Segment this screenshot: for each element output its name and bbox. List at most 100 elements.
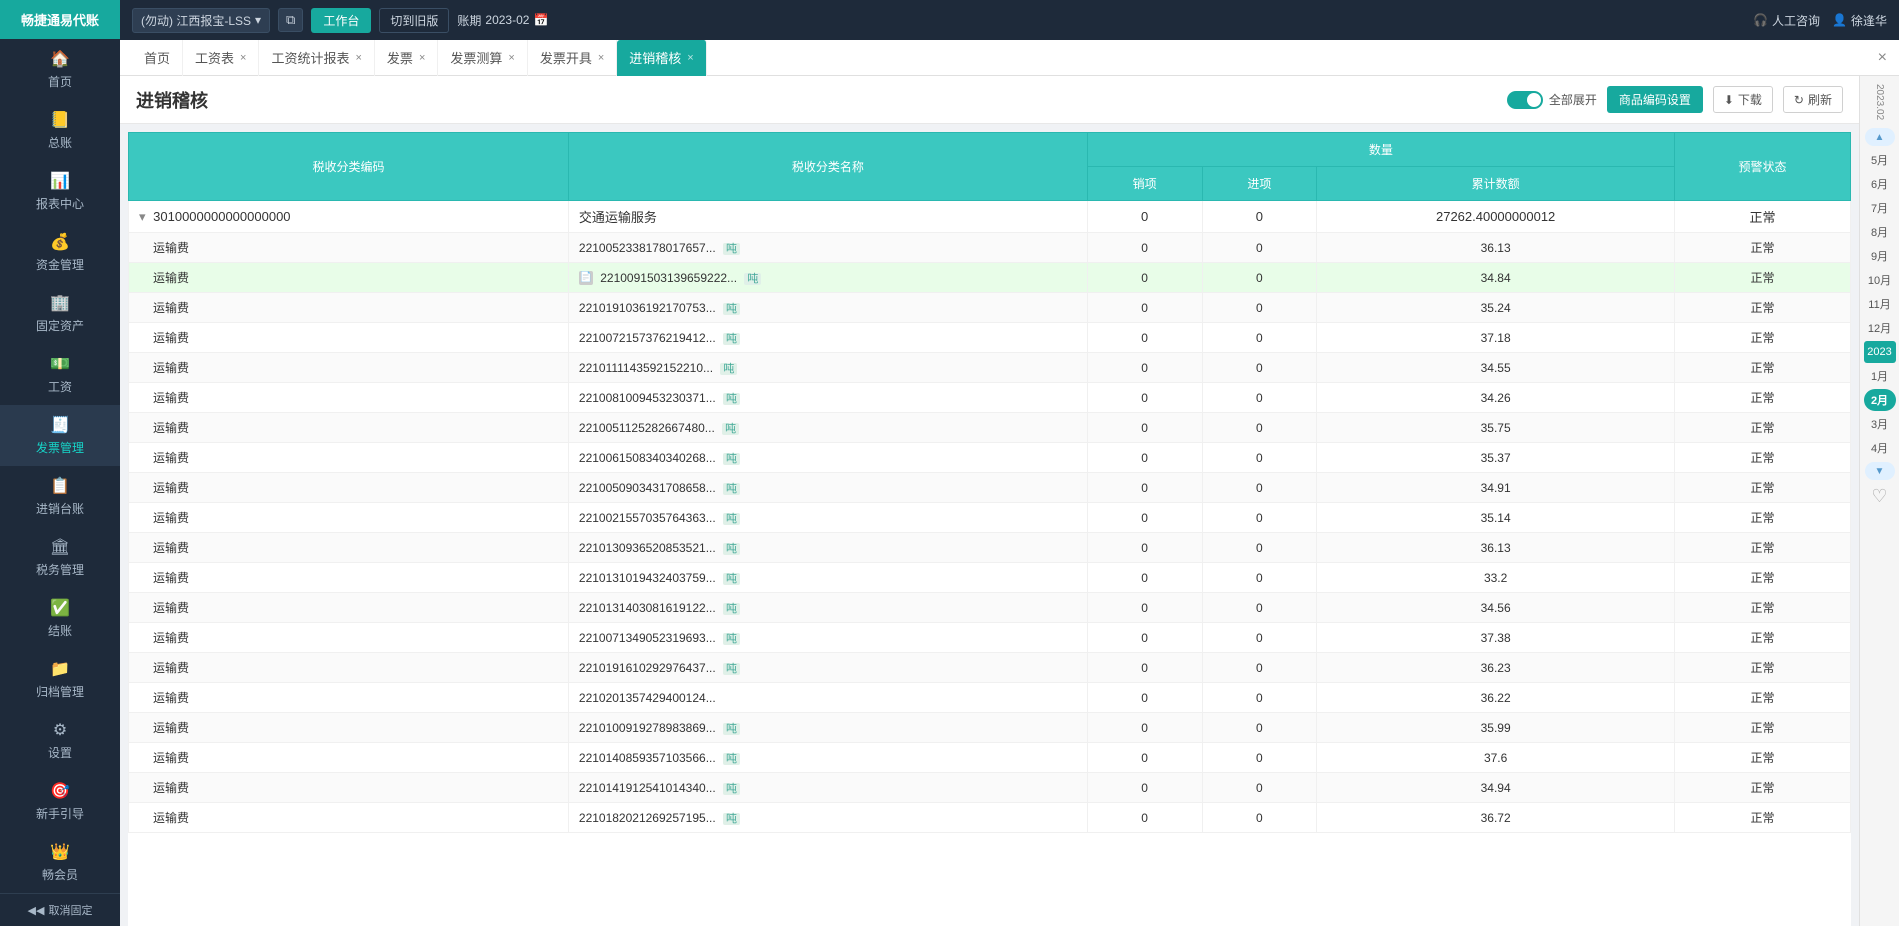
cal-month-10[interactable]: 10月 <box>1864 269 1896 291</box>
table-cell-status: 正常 <box>1674 443 1850 473</box>
th-quantity-group: 数量 <box>1087 133 1674 167</box>
cal-down-button[interactable]: ▼ <box>1865 462 1895 480</box>
close-account-icon: ✅ <box>50 598 70 618</box>
sidebar-item-label: 归档管理 <box>36 683 84 700</box>
cal-month-9[interactable]: 9月 <box>1864 245 1896 267</box>
tab-salary[interactable]: 工资表 × <box>183 40 259 76</box>
table-cell-purchase: 0 <box>1202 533 1317 563</box>
settings-button[interactable]: 商品编码设置 <box>1607 86 1703 113</box>
table-cell-child-name: 运输费 <box>129 713 569 743</box>
tab-close-icon[interactable]: × <box>355 52 361 64</box>
company-selector[interactable]: (勿动) 江西报宝-LSS ▾ <box>132 8 270 33</box>
cal-month-12[interactable]: 12月 <box>1864 317 1896 339</box>
support-item[interactable]: 🎧 人工咨询 <box>1753 12 1820 29</box>
cal-year-prev: 2023.02 <box>1874 80 1885 124</box>
table-cell-sales: 0 <box>1087 653 1202 683</box>
table-cell-sales: 0 <box>1087 323 1202 353</box>
table-cell-sales: 0 <box>1087 263 1202 293</box>
tab-home[interactable]: 首页 <box>132 40 183 76</box>
table-cell-status: 正常 <box>1674 533 1850 563</box>
toggle-track[interactable] <box>1507 91 1543 109</box>
page: 进销稽核 全部展开 商品编码设置 ⬇ 下载 ↻ 刷 <box>120 76 1859 926</box>
tab-salary-report[interactable]: 工资统计报表 × <box>259 40 374 76</box>
cal-month-7[interactable]: 7月 <box>1864 197 1896 219</box>
table-cell-status: 正常 <box>1674 323 1850 353</box>
tab-invoice[interactable]: 发票 × <box>375 40 438 76</box>
sidebar-item-guide[interactable]: 🎯 新手引导 <box>0 771 120 832</box>
cal-month-6[interactable]: 6月 <box>1864 173 1896 195</box>
sidebar-item-invoice[interactable]: 🧾 发票管理 <box>0 405 120 466</box>
main-area: (勿动) 江西报宝-LSS ▾ ⧉ 工作台 切到旧版 账期 2023-02 📅 … <box>120 0 1899 926</box>
invoice-icon: 🧾 <box>50 415 70 435</box>
cal-heart-icon[interactable]: ♡ <box>1871 486 1887 507</box>
cal-up-button[interactable]: ▲ <box>1865 128 1895 146</box>
close-all-tabs-button[interactable]: × <box>1878 49 1887 67</box>
table-cell-child-name: 运输费 <box>129 473 569 503</box>
table-cell-status: 正常 <box>1674 623 1850 653</box>
user-item[interactable]: 👤 徐逢华 <box>1832 12 1887 29</box>
download-icon: ⬇ <box>1724 93 1734 107</box>
collapse-icon[interactable]: ▾ <box>139 209 146 224</box>
cal-month-8[interactable]: 8月 <box>1864 221 1896 243</box>
table-cell-child-code: 2210052338178017657... 吨 <box>568 233 1087 263</box>
table-cell-sales: 0 <box>1087 443 1202 473</box>
finance-icon: 💰 <box>50 232 70 252</box>
table-cell-sales: 0 <box>1087 593 1202 623</box>
tab-invoice-issue[interactable]: 发票开具 × <box>528 40 617 76</box>
sidebar-item-settings[interactable]: ⚙ 设置 <box>0 710 120 771</box>
table-cell-child-name: 运输费 <box>129 623 569 653</box>
table-cell-status: 正常 <box>1674 201 1850 233</box>
table-cell-child-name: 运输费 <box>129 413 569 443</box>
tab-close-icon[interactable]: × <box>240 52 246 64</box>
tab-close-icon[interactable]: × <box>508 52 514 64</box>
table-cell-child-code: 2210071349052319693... 吨 <box>568 623 1087 653</box>
table-cell-child-name: 运输费 <box>129 503 569 533</box>
avatar-icon: 👤 <box>1832 13 1847 27</box>
sidebar-unpin-footer[interactable]: ◀◀ 取消固定 <box>0 893 120 926</box>
table-cell-child-code: 2210050903431708658... 吨 <box>568 473 1087 503</box>
sidebar-item-member[interactable]: 👑 畅会员 <box>0 832 120 893</box>
cal-month-4[interactable]: 4月 <box>1864 437 1896 459</box>
workbench-button[interactable]: 工作台 <box>311 8 371 33</box>
tab-close-icon[interactable]: × <box>687 52 693 64</box>
tab-close-icon[interactable]: × <box>598 52 604 64</box>
sidebar-item-reports[interactable]: 📊 报表中心 <box>0 161 120 222</box>
tab-invoice-calc[interactable]: 发票测算 × <box>438 40 527 76</box>
table-cell-total: 34.56 <box>1317 593 1675 623</box>
sidebar-item-label: 固定资产 <box>36 317 84 334</box>
copy-icon-btn[interactable]: ⧉ <box>278 8 303 32</box>
cal-month-3[interactable]: 3月 <box>1864 413 1896 435</box>
sidebar-item-finance[interactable]: 💰 资金管理 <box>0 222 120 283</box>
cal-month-5[interactable]: 5月 <box>1864 149 1896 171</box>
sidebar-item-archive[interactable]: 📁 归档管理 <box>0 649 120 710</box>
expand-toggle[interactable]: 全部展开 <box>1507 91 1597 109</box>
tab-close-icon[interactable]: × <box>419 52 425 64</box>
switch-old-button[interactable]: 切到旧版 <box>379 8 449 33</box>
sidebar-item-assets[interactable]: 🏢 固定资产 <box>0 283 120 344</box>
cal-month-1[interactable]: 1月 <box>1864 365 1896 387</box>
download-button[interactable]: ⬇ 下载 <box>1713 86 1773 113</box>
sidebar-item-label: 设置 <box>48 744 72 761</box>
sidebar-item-ledger[interactable]: 📒 总账 <box>0 100 120 161</box>
sidebar-item-tax[interactable]: 🏛 税务管理 <box>0 527 120 588</box>
sidebar-item-home[interactable]: 🏠 首页 <box>0 39 120 100</box>
sidebar-item-label: 首页 <box>48 73 72 90</box>
sidebar-item-label: 进销台账 <box>36 500 84 517</box>
refresh-button[interactable]: ↻ 刷新 <box>1783 86 1843 113</box>
tab-sales-check[interactable]: 进销稽核 × <box>617 40 706 76</box>
cal-month-2[interactable]: 2月 <box>1864 389 1896 411</box>
cal-year-2023[interactable]: 2023 <box>1864 341 1896 363</box>
table-cell-sales: 0 <box>1087 743 1202 773</box>
sidebar-item-label: 畅会员 <box>42 866 78 883</box>
table-cell-purchase: 0 <box>1202 623 1317 653</box>
page-title: 进销稽核 <box>136 87 208 113</box>
table-cell-child-code: 2210140859357103566... 吨 <box>568 743 1087 773</box>
cal-month-11[interactable]: 11月 <box>1864 293 1896 315</box>
sidebar-item-salary[interactable]: 💵 工资 <box>0 344 120 405</box>
table-cell-total: 36.23 <box>1317 653 1675 683</box>
sidebar-item-ledger2[interactable]: 📋 进销台账 <box>0 466 120 527</box>
sidebar-item-close[interactable]: ✅ 结账 <box>0 588 120 649</box>
table-cell-sales: 0 <box>1087 233 1202 263</box>
table-cell-status: 正常 <box>1674 653 1850 683</box>
ledger2-icon: 📋 <box>50 476 70 496</box>
